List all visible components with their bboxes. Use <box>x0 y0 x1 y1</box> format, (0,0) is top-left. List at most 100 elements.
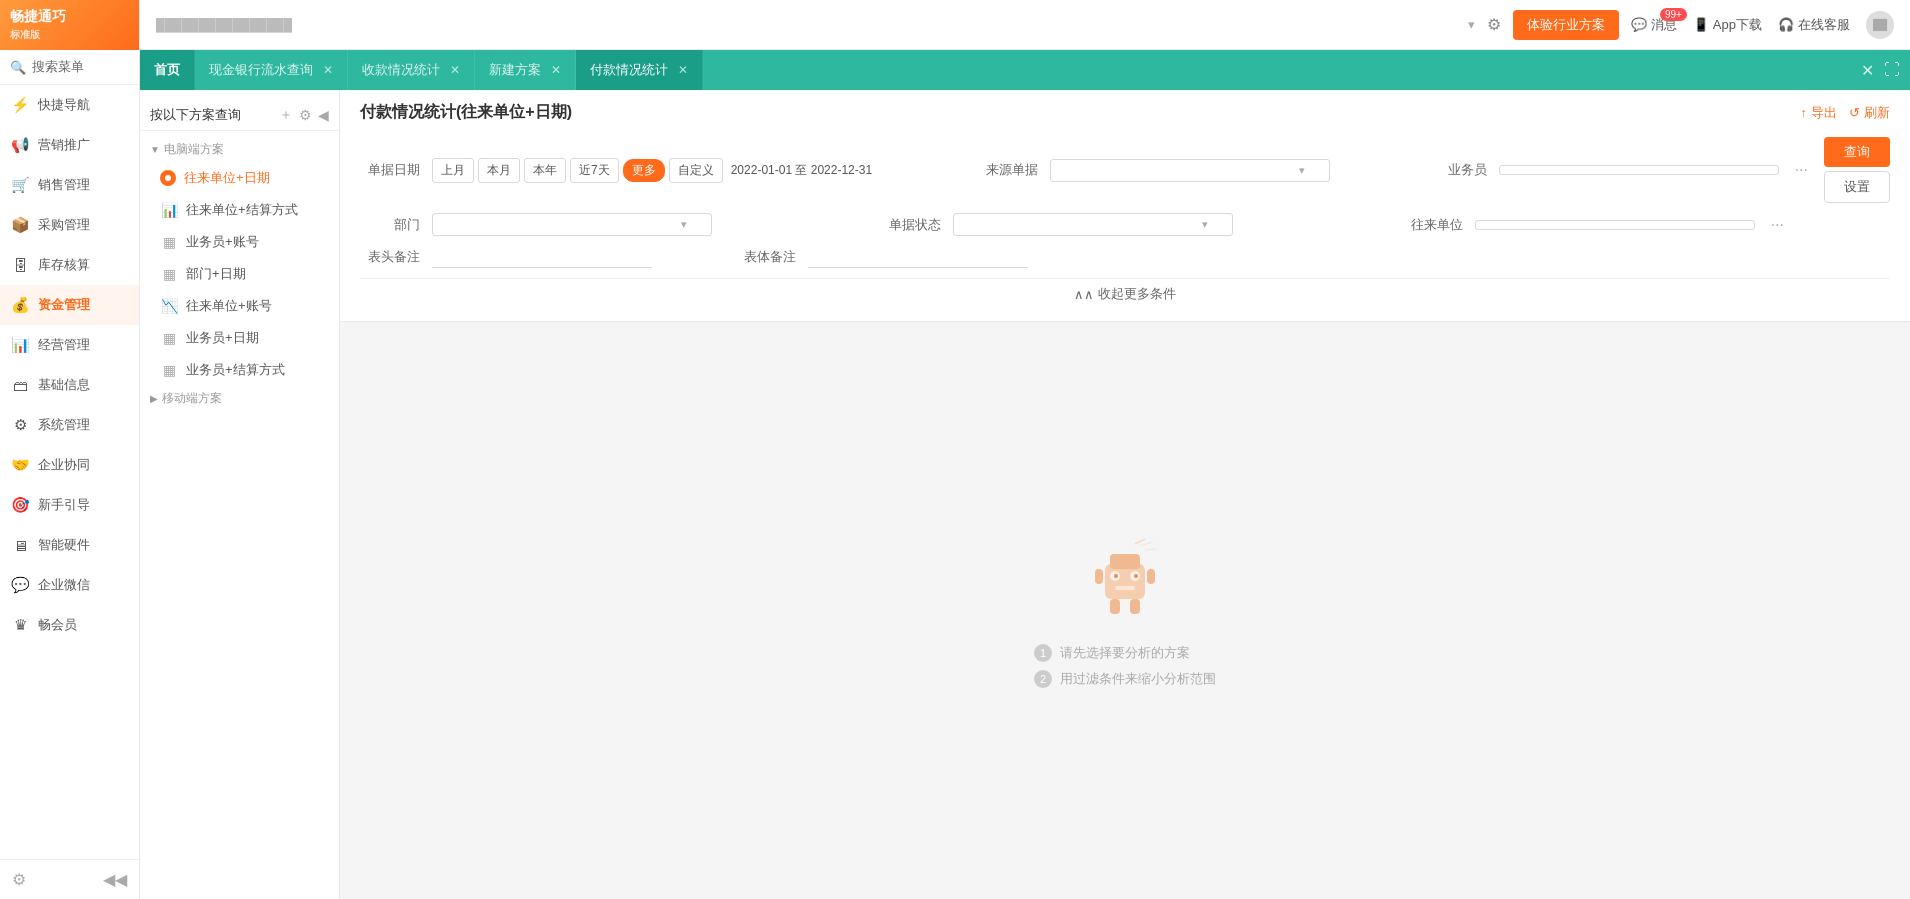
close-bank-tab-icon[interactable]: ✕ <box>323 63 333 77</box>
setting-btn[interactable]: 设置 <box>1824 171 1890 203</box>
trial-btn[interactable]: 体验行业方案 <box>1513 10 1619 40</box>
scheme-item-salesman-settle[interactable]: ▦ 业务员+结算方式 <box>140 354 339 386</box>
sidebar-label-quicknav: 快捷导航 <box>38 96 90 114</box>
sidebar-item-basic[interactable]: 🗃 基础信息 <box>0 365 139 405</box>
source-select[interactable]: ▾ <box>1050 159 1330 182</box>
sidebar-search[interactable]: 🔍 搜索菜单 <box>0 50 139 85</box>
date-btn-7days[interactable]: 近7天 <box>570 158 619 183</box>
close-tab-icon[interactable]: ✕ <box>1861 61 1874 80</box>
scheme-item-salesman-date[interactable]: ▦ 业务员+日期 <box>140 322 339 354</box>
partner-select[interactable] <box>1475 220 1755 230</box>
date-btn-this-month[interactable]: 本月 <box>478 158 520 183</box>
refresh-btn[interactable]: ↺ 刷新 <box>1849 104 1890 122</box>
salesman-select[interactable] <box>1499 165 1779 175</box>
refresh-icon: ↺ <box>1849 105 1860 120</box>
sidebar-item-hardware[interactable]: 🖥 智能硬件 <box>0 525 139 565</box>
sidebar-label-basic: 基础信息 <box>38 376 90 394</box>
scheme-item-partner-date[interactable]: 往来单位+日期 <box>140 162 339 194</box>
sidebar-item-sales[interactable]: 🛒 销售管理 <box>0 165 139 205</box>
sidebar-label-vip: 畅会员 <box>38 616 77 634</box>
settings-bottom-icon[interactable]: ⚙ <box>12 870 26 889</box>
collapse-sidebar-icon[interactable]: ◀◀ <box>103 870 127 889</box>
collapse-label: 收起更多条件 <box>1098 285 1176 303</box>
right-panel: 付款情况统计(往来单位+日期) ↑ 导出 ↺ 刷新 单据日期 <box>340 90 1910 899</box>
scheme-item-dept-date[interactable]: ▦ 部门+日期 <box>140 258 339 290</box>
sidebar-item-guide[interactable]: 🎯 新手引导 <box>0 485 139 525</box>
salesman-dots-icon[interactable]: ··· <box>1791 161 1812 179</box>
tab-bank-label: 现金银行流水查询 <box>209 61 313 79</box>
scheme-item-label: 业务员+结算方式 <box>186 361 285 379</box>
chevron-down-icon[interactable]: ▾ <box>1468 17 1475 32</box>
sidebar-item-weixin[interactable]: 💬 企业微信 <box>0 565 139 605</box>
close-new-scheme-tab-icon[interactable]: ✕ <box>551 63 561 77</box>
query-btn[interactable]: 查询 <box>1824 137 1890 167</box>
sidebar-icon-hardware: 🖥 <box>10 535 30 555</box>
sidebar-item-system[interactable]: ⚙ 系统管理 <box>0 405 139 445</box>
close-payment-stat-tab-icon[interactable]: ✕ <box>450 63 460 77</box>
scheme-category-mobile[interactable]: ▶ 移动端方案 <box>140 386 339 411</box>
source-label: 来源单据 <box>978 161 1038 179</box>
header-note-label: 表头备注 <box>360 248 420 266</box>
scheme-category-desktop[interactable]: ▼ 电脑端方案 <box>140 137 339 162</box>
date-btn-this-year[interactable]: 本年 <box>524 158 566 183</box>
sidebar-label-marketing: 营销推广 <box>38 136 90 154</box>
date-btn-custom[interactable]: 自定义 <box>669 158 723 183</box>
collapse-btn[interactable]: ∧∧ 收起更多条件 <box>360 278 1890 309</box>
table-icon3: ▦ <box>160 329 178 347</box>
close-pay-stat-tab-icon[interactable]: ✕ <box>678 63 688 77</box>
tab-pay-stat[interactable]: 付款情况统计 ✕ <box>576 50 703 90</box>
scheme-item-salesman-account[interactable]: ▦ 业务员+账号 <box>140 226 339 258</box>
manage-scheme-icon[interactable]: ⚙ <box>299 107 312 123</box>
date-btn-more[interactable]: 更多 <box>623 159 665 182</box>
sidebar-item-marketing[interactable]: 📢 营销推广 <box>0 125 139 165</box>
hint-num-2: 2 <box>1034 670 1052 688</box>
sidebar-item-purchase[interactable]: 📦 采购管理 <box>0 205 139 245</box>
dept-select[interactable]: ▾ <box>432 213 712 236</box>
sidebar-icon-enterprise: 🤝 <box>10 455 30 475</box>
sidebar-logo: 畅捷通巧 标准版 <box>0 0 139 50</box>
category-label: 电脑端方案 <box>164 141 224 158</box>
scheme-header-icons: ＋ ⚙ ◀ <box>279 106 329 124</box>
date-buttons: 上月 本月 本年 近7天 更多 自定义 2022-01-01 至 2022-12… <box>432 158 872 183</box>
logo-sub: 标准版 <box>10 28 66 42</box>
body-note-input[interactable] <box>808 246 1028 268</box>
sidebar-item-operation[interactable]: 📊 经营管理 <box>0 325 139 365</box>
scheme-item-label: 往来单位+日期 <box>184 169 270 187</box>
sidebar-icon-system: ⚙ <box>10 415 30 435</box>
collapse-panel-icon[interactable]: ◀ <box>318 107 329 123</box>
sidebar-item-vip[interactable]: ♛ 畅会员 <box>0 605 139 645</box>
scheme-item-partner-account[interactable]: 📉 往来单位+账号 <box>140 290 339 322</box>
header-note-input[interactable] <box>432 246 652 268</box>
message-btn[interactable]: 💬 消息 99+ <box>1631 16 1677 34</box>
partner-dots-icon[interactable]: ··· <box>1767 216 1788 234</box>
svg-rect-7 <box>1095 569 1103 584</box>
table-icon2: ▦ <box>160 265 178 283</box>
sidebar-item-inventory[interactable]: 🗄 库存核算 <box>0 245 139 285</box>
service-btn[interactable]: 🎧 在线客服 <box>1778 16 1850 34</box>
empty-visual <box>1075 534 1175 624</box>
scheme-item-partner-settle[interactable]: 📊 往来单位+结算方式 <box>140 194 339 226</box>
tab-payment-stat[interactable]: 收款情况统计 ✕ <box>348 50 475 90</box>
settings-gear-icon[interactable]: ⚙ <box>1487 15 1501 34</box>
tab-home[interactable]: 首页 <box>140 50 195 90</box>
fullscreen-tab-icon[interactable]: ⛶ <box>1884 61 1900 79</box>
export-btn[interactable]: ↑ 导出 <box>1801 104 1838 122</box>
app-download-btn[interactable]: 📱 App下载 <box>1693 16 1762 34</box>
date-btn-last-month[interactable]: 上月 <box>432 158 474 183</box>
sidebar-item-finance[interactable]: 💰 资金管理 <box>0 285 139 325</box>
doc-status-select[interactable]: ▾ <box>953 213 1233 236</box>
main-content: ████████████████ ▾ ⚙ 体验行业方案 💬 消息 99+ 📱 A… <box>140 0 1910 899</box>
add-scheme-icon[interactable]: ＋ <box>279 106 293 124</box>
page-content: 按以下方案查询 ＋ ⚙ ◀ ▼ 电脑端方案 往来单位+日期 <box>140 90 1910 899</box>
table-icon4: ▦ <box>160 361 178 379</box>
sidebar-item-quicknav[interactable]: ⚡ 快捷导航 <box>0 85 139 125</box>
user-avatar[interactable]: ██ <box>1866 11 1894 39</box>
svg-rect-8 <box>1147 569 1155 584</box>
sidebar-item-enterprise[interactable]: 🤝 企业协同 <box>0 445 139 485</box>
message-badge: 99+ <box>1660 8 1687 21</box>
query-btn-group: 查询 设置 <box>1824 137 1890 203</box>
tabbar: 首页 现金银行流水查询 ✕ 收款情况统计 ✕ 新建方案 ✕ 付款情况统计 ✕ ✕… <box>140 50 1910 90</box>
svg-rect-10 <box>1130 599 1140 614</box>
tab-bank[interactable]: 现金银行流水查询 ✕ <box>195 50 348 90</box>
tab-new-scheme[interactable]: 新建方案 ✕ <box>475 50 576 90</box>
